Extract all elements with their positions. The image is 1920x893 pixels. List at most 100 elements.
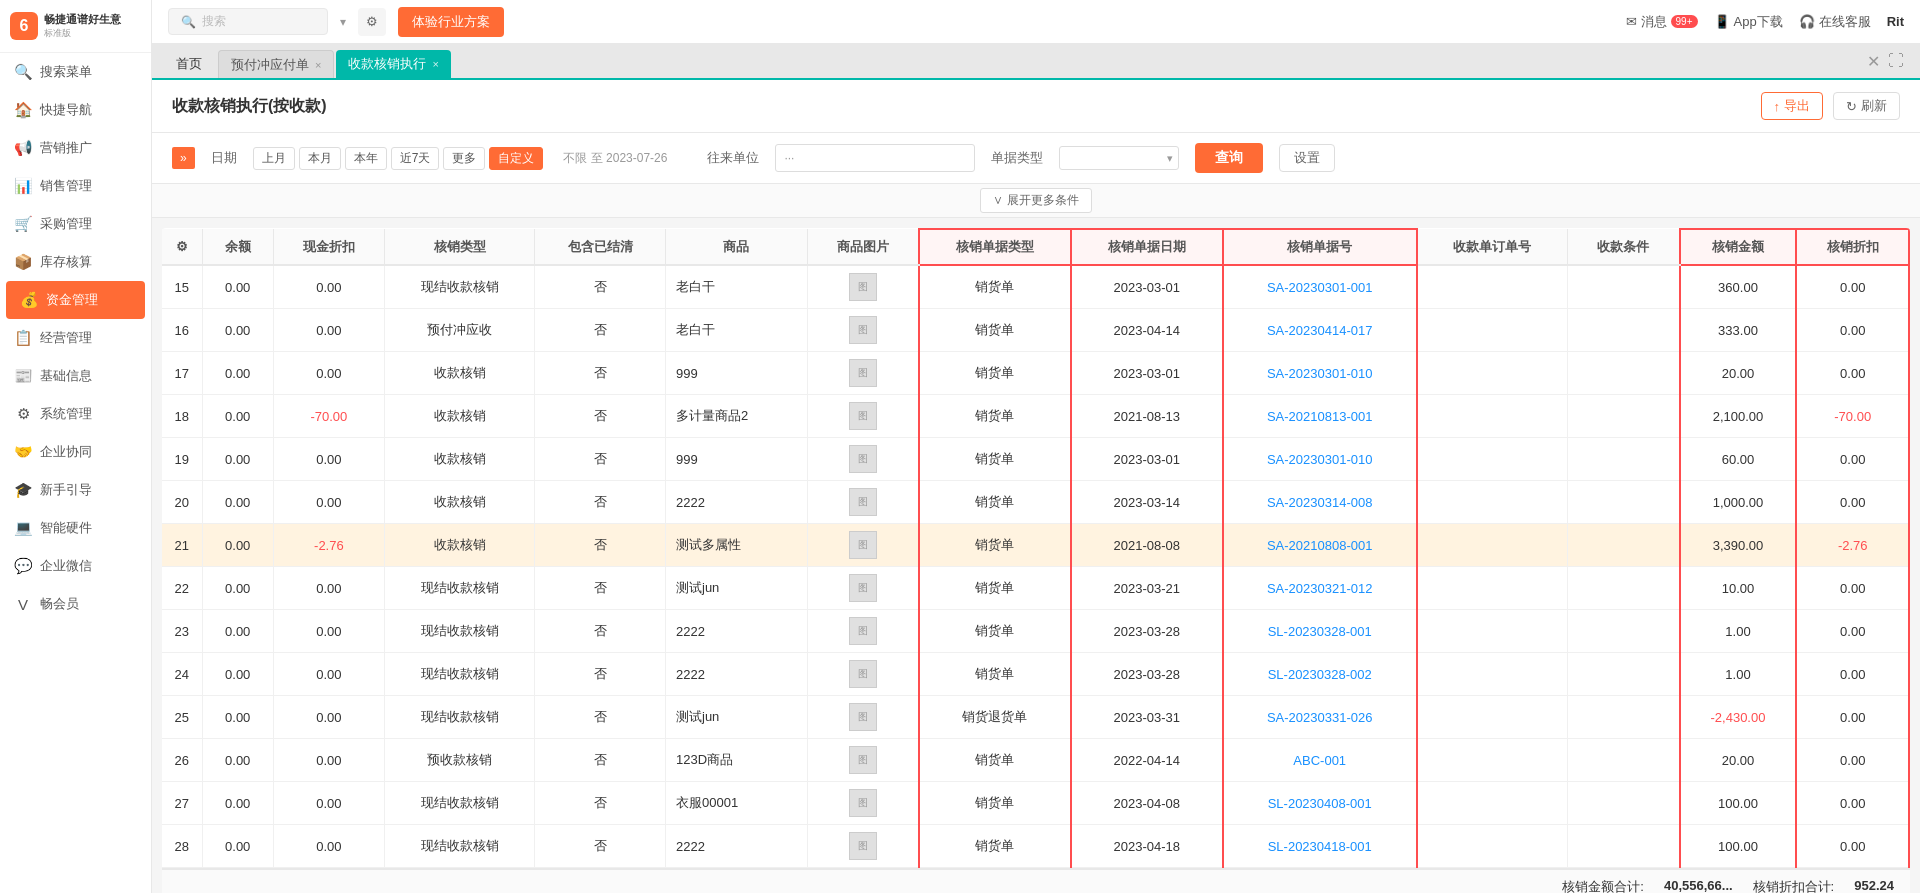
cell-bill-date: 2023-04-08 xyxy=(1071,782,1223,825)
cell-bill-type: 销货单 xyxy=(919,782,1071,825)
settings-gear[interactable]: ⚙ xyxy=(358,8,386,36)
cell-bill-no[interactable]: SL-20230408-001 xyxy=(1223,782,1417,825)
table-row: 19 0.00 0.00 收款核销 否 999 图 销货单 2023-03-01… xyxy=(162,438,1909,481)
setting-button[interactable]: 设置 xyxy=(1279,144,1335,172)
date-btn-7days[interactable]: 近7天 xyxy=(391,147,440,170)
cell-bill-no[interactable]: SA-20230301-010 xyxy=(1223,438,1417,481)
cell-bill-no[interactable]: SA-20230414-017 xyxy=(1223,309,1417,352)
app-download-link[interactable]: 📱 App下载 xyxy=(1714,13,1783,31)
cell-product-img: 图 xyxy=(807,524,919,567)
cell-amount: 60.00 xyxy=(1680,438,1797,481)
cell-bill-no[interactable]: SL-20230418-001 xyxy=(1223,825,1417,868)
cell-product: 衣服00001 xyxy=(666,782,808,825)
maximize-window-btn[interactable]: ⛶ xyxy=(1888,52,1904,71)
tab2-close[interactable]: × xyxy=(432,58,438,70)
cell-bill-date: 2023-03-28 xyxy=(1071,653,1223,696)
cell-bill-no[interactable]: SL-20230328-001 xyxy=(1223,610,1417,653)
solution-button[interactable]: 体验行业方案 xyxy=(398,7,504,37)
tab-home[interactable]: 首页 xyxy=(160,50,218,78)
online-service-link[interactable]: 🎧 在线客服 xyxy=(1799,13,1871,31)
sidebar-item-wechat[interactable]: 💬 企业微信 xyxy=(0,547,151,585)
cell-discount: 0.00 xyxy=(1796,739,1909,782)
sidebar-item-purchase[interactable]: 🛒 采购管理 xyxy=(0,205,151,243)
sidebar-item-collab[interactable]: 🤝 企业协同 xyxy=(0,433,151,471)
filter-expand-btn[interactable]: » xyxy=(172,147,195,169)
query-button[interactable]: 查询 xyxy=(1195,143,1263,173)
date-btn-last-month[interactable]: 上月 xyxy=(253,147,295,170)
product-image-thumb[interactable]: 图 xyxy=(849,316,877,344)
date-range: 不限 至 2023-07-26 xyxy=(563,150,667,167)
sidebar-item-nav[interactable]: 🏠 快捷导航 xyxy=(0,91,151,129)
cell-bill-no[interactable]: SA-20210808-001 xyxy=(1223,524,1417,567)
col-header-gear[interactable]: ⚙ xyxy=(162,229,202,265)
cell-id: 21 xyxy=(162,524,202,567)
product-image-thumb[interactable]: 图 xyxy=(849,660,877,688)
doc-type-select[interactable] xyxy=(1059,146,1179,170)
sidebar-item-sales[interactable]: 📊 销售管理 xyxy=(0,167,151,205)
cell-bill-no[interactable]: SL-20230328-002 xyxy=(1223,653,1417,696)
product-image-thumb[interactable]: 图 xyxy=(849,531,877,559)
product-image-thumb[interactable]: 图 xyxy=(849,402,877,430)
cell-bill-no[interactable]: SA-20230301-001 xyxy=(1223,265,1417,309)
page-title: 收款核销执行(按收款) xyxy=(172,96,327,117)
close-window-btn[interactable]: ✕ xyxy=(1867,52,1880,71)
sidebar-item-finance[interactable]: 💰 资金管理 xyxy=(6,281,145,319)
sidebar-item-member[interactable]: V 畅会员 xyxy=(0,585,151,623)
product-image-thumb[interactable]: 图 xyxy=(849,273,877,301)
export-button[interactable]: ↑ 导出 xyxy=(1761,92,1824,120)
date-btn-custom[interactable]: 自定义 xyxy=(489,147,543,170)
product-image-thumb[interactable]: 图 xyxy=(849,488,877,516)
cell-id: 18 xyxy=(162,395,202,438)
cell-bill-no[interactable]: ABC-001 xyxy=(1223,739,1417,782)
date-btn-this-year[interactable]: 本年 xyxy=(345,147,387,170)
date-btn-this-month[interactable]: 本月 xyxy=(299,147,341,170)
tab-prepay[interactable]: 预付冲应付单 × xyxy=(218,50,334,78)
cell-bill-type: 销货单 xyxy=(919,352,1071,395)
cell-bill-no[interactable]: SA-20230321-012 xyxy=(1223,567,1417,610)
cell-bill-no[interactable]: SA-20210813-001 xyxy=(1223,395,1417,438)
message-area[interactable]: ✉ 消息 99+ xyxy=(1626,13,1698,31)
refresh-button[interactable]: ↻ 刷新 xyxy=(1833,92,1900,120)
date-label: 日期 xyxy=(211,149,237,167)
date-btn-more[interactable]: 更多 xyxy=(443,147,485,170)
cell-bill-no[interactable]: SA-20230331-026 xyxy=(1223,696,1417,739)
cell-cash-discount: 0.00 xyxy=(273,782,384,825)
tab-writeoff[interactable]: 收款核销执行 × xyxy=(336,50,450,78)
sidebar-item-guide[interactable]: 🎓 新手引导 xyxy=(0,471,151,509)
sidebar-item-system[interactable]: ⚙ 系统管理 xyxy=(0,395,151,433)
sidebar-item-marketing[interactable]: 📢 营销推广 xyxy=(0,129,151,167)
cell-product: 999 xyxy=(666,352,808,395)
system-icon: ⚙ xyxy=(14,405,32,423)
sidebar-item-basic-info[interactable]: 📰 基础信息 xyxy=(0,357,151,395)
cell-receipt-order xyxy=(1417,309,1568,352)
cell-receipt-condition xyxy=(1568,524,1680,567)
cell-bill-no[interactable]: SA-20230314-008 xyxy=(1223,481,1417,524)
product-image-thumb[interactable]: 图 xyxy=(849,617,877,645)
marketing-icon: 📢 xyxy=(14,139,32,157)
search-box[interactable]: 🔍 搜索 xyxy=(168,8,328,35)
product-image-thumb[interactable]: 图 xyxy=(849,746,877,774)
tab1-close[interactable]: × xyxy=(315,59,321,71)
col-header-discount: 核销折扣 xyxy=(1796,229,1909,265)
sidebar-item-hardware[interactable]: 💻 智能硬件 xyxy=(0,509,151,547)
cell-balance: 0.00 xyxy=(202,481,273,524)
product-image-thumb[interactable]: 图 xyxy=(849,574,877,602)
cell-bill-no[interactable]: SA-20230301-010 xyxy=(1223,352,1417,395)
cell-receipt-condition xyxy=(1568,782,1680,825)
product-image-thumb[interactable]: 图 xyxy=(849,789,877,817)
unit-input[interactable]: ··· xyxy=(775,144,975,172)
cell-receipt-condition xyxy=(1568,438,1680,481)
sidebar-item-operations[interactable]: 📋 经营管理 xyxy=(0,319,151,357)
product-image-thumb[interactable]: 图 xyxy=(849,703,877,731)
product-image-thumb[interactable]: 图 xyxy=(849,832,877,860)
user-name[interactable]: Rit xyxy=(1887,14,1904,29)
cell-receipt-order xyxy=(1417,696,1568,739)
sidebar-item-search[interactable]: 🔍 搜索菜单 xyxy=(0,53,151,91)
expand-more-btn[interactable]: ∨ 展开更多条件 xyxy=(980,188,1091,213)
unit-label: 往来单位 xyxy=(707,149,759,167)
product-image-thumb[interactable]: 图 xyxy=(849,359,877,387)
cell-cash-discount: 0.00 xyxy=(273,309,384,352)
product-image-thumb[interactable]: 图 xyxy=(849,445,877,473)
sidebar-item-inventory[interactable]: 📦 库存核算 xyxy=(0,243,151,281)
cell-product-img: 图 xyxy=(807,438,919,481)
